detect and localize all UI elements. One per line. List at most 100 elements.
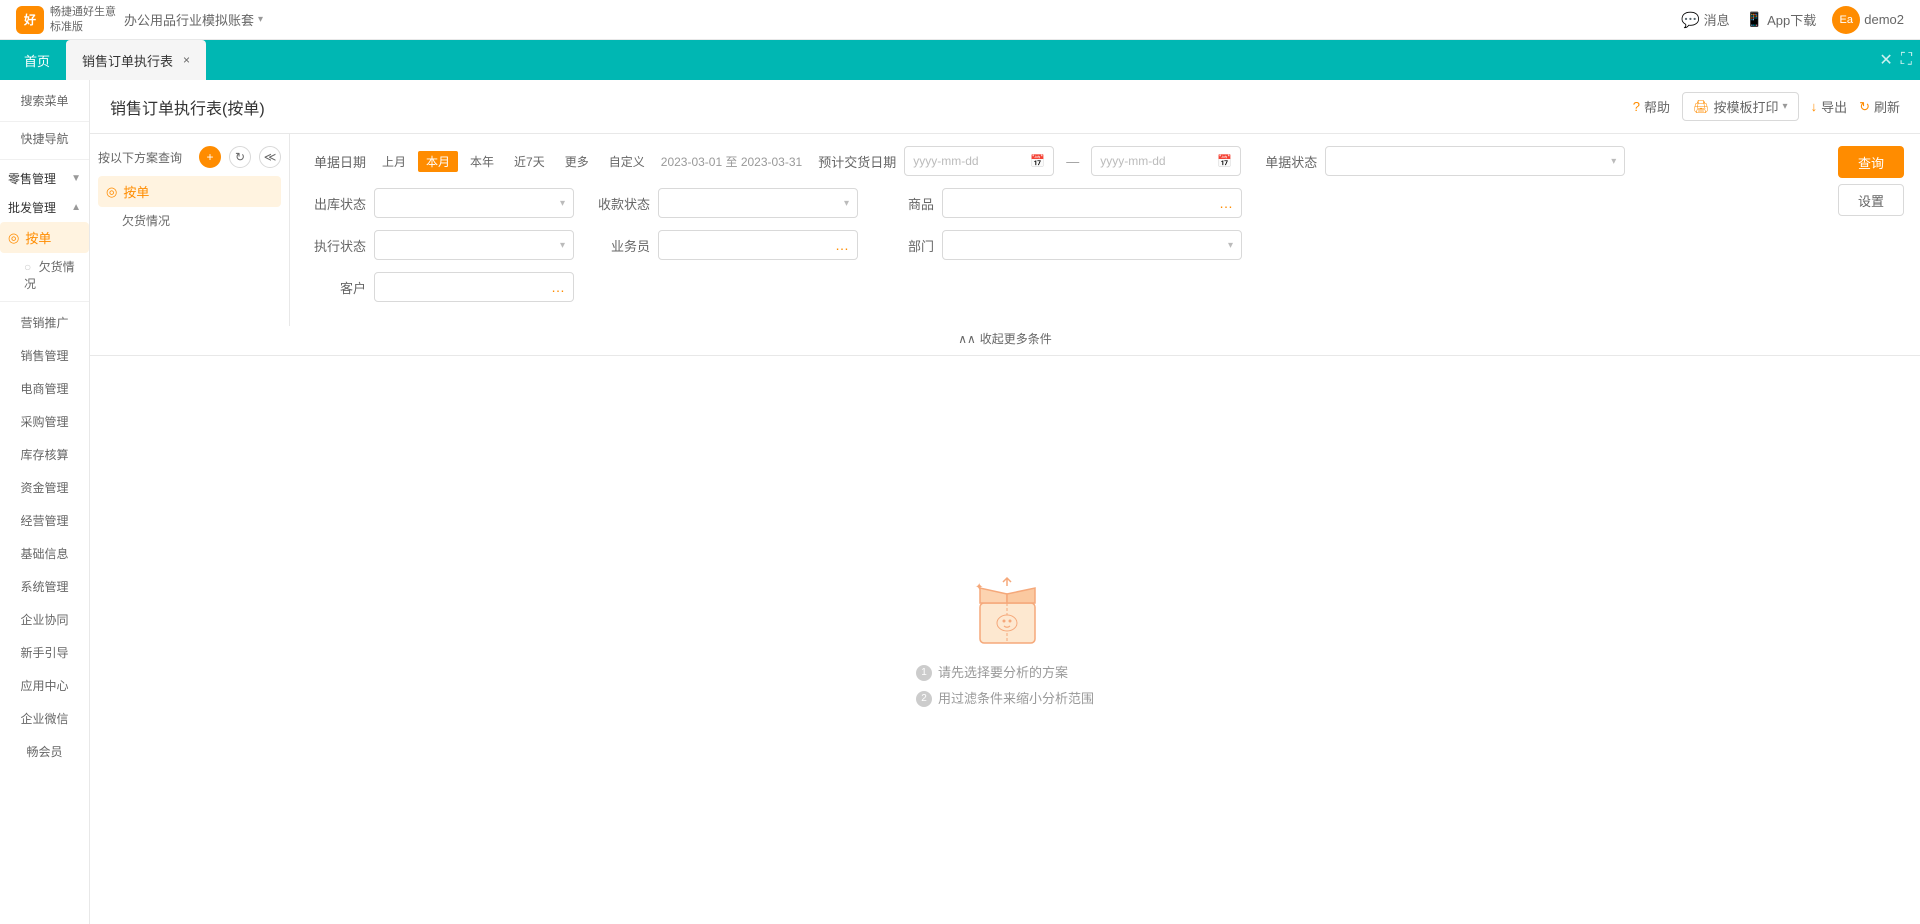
circle-icon: ◎	[8, 230, 19, 246]
user-profile[interactable]: Ea demo2	[1832, 6, 1904, 34]
chevron-down-icon: ▼	[71, 173, 81, 184]
sidebar-search: 搜索菜单	[0, 80, 89, 122]
page-title: 销售订单执行表(按单)	[110, 95, 265, 119]
filter-exec-status-item: 执行状态 ▾	[306, 230, 574, 260]
chevron-down-icon: ▾	[1611, 156, 1616, 167]
print-button[interactable]: 🖨 按模板打印 ▾	[1682, 92, 1799, 121]
expected-date-end-input[interactable]: yyyy-mm-dd 📅	[1091, 146, 1241, 176]
sidebar-item-purchase[interactable]: 采购管理	[0, 405, 89, 438]
filter-row-1: 单据日期 上月 本月 本年 近7天 更多 自定义 2023-03-01 至 20…	[306, 146, 1830, 176]
sidebar-item-basics[interactable]: 基础信息	[0, 537, 89, 570]
sidebar-item-inventory[interactable]: 库存核算	[0, 438, 89, 471]
topbar-left: 好 畅捷通好生意 标准版 办公用品行业模拟账套 ▾	[16, 5, 263, 34]
empty-hint-1: 1 请先选择要分析的方案	[916, 660, 1094, 686]
sidebar-item-member[interactable]: 畅会员	[0, 735, 89, 768]
refresh-button[interactable]: ↻ 刷新	[1859, 97, 1900, 116]
window-maximize-button[interactable]: ⛶	[1901, 51, 1912, 69]
sidebar-item-system[interactable]: 系统管理	[0, 570, 89, 603]
goods-select[interactable]: …	[942, 188, 1242, 218]
salesperson-more-icon[interactable]: …	[835, 237, 849, 253]
empty-hints: 1 请先选择要分析的方案 2 用过滤条件来缩小分析范围	[916, 660, 1094, 712]
settings-button[interactable]: 设置	[1838, 184, 1904, 216]
sidebar-sub-item-by-order[interactable]: ◎ 按单	[0, 222, 89, 253]
search-menu-button[interactable]: 搜索菜单	[8, 88, 81, 113]
expected-date-start-input[interactable]: yyyy-mm-dd 📅	[904, 146, 1054, 176]
sidebar-item-newbie[interactable]: 新手引导	[0, 636, 89, 669]
date-tab-custom[interactable]: 自定义	[601, 151, 653, 172]
chevron-up-icon: ▲	[71, 202, 81, 213]
scheme-actions: + ↻ ≪	[199, 146, 281, 168]
export-icon: ↓	[1811, 99, 1818, 114]
filter-payment-status-item: 收款状态 ▾	[590, 188, 858, 218]
chevron-down-icon-2: ▾	[560, 198, 565, 209]
scheme-item-by-order[interactable]: ◎ 按单	[98, 176, 281, 207]
logo-text: 畅捷通好生意 标准版	[50, 5, 116, 34]
collapse-filter-button[interactable]: ∧∧ 收起更多条件	[958, 330, 1052, 347]
sidebar-item-quick-nav[interactable]: 快捷导航	[0, 122, 89, 155]
date-tab-more[interactable]: 更多	[557, 151, 597, 172]
goods-more-icon[interactable]: …	[1219, 195, 1233, 211]
dept-select[interactable]: ▾	[942, 230, 1242, 260]
print-icon: 🖨	[1693, 99, 1710, 115]
window-close-button[interactable]: ✕	[1879, 50, 1892, 70]
sidebar-item-sales[interactable]: 销售管理	[0, 339, 89, 372]
help-button[interactable]: ? 帮助	[1633, 97, 1670, 116]
customer-more-icon[interactable]: …	[551, 279, 565, 295]
date-tab-this-year[interactable]: 本年	[462, 151, 502, 172]
message-button[interactable]: 💬 消息	[1681, 10, 1730, 29]
sidebar-item-wholesale[interactable]: 批发管理 ▲	[0, 193, 89, 222]
payment-status-select[interactable]: ▾	[658, 188, 858, 218]
sidebar-item-wechat[interactable]: 企业微信	[0, 702, 89, 735]
filter-bottom: ∧∧ 收起更多条件	[90, 326, 1920, 356]
industry-selector[interactable]: 办公用品行业模拟账套 ▾	[124, 10, 263, 29]
date-range-display: 2023-03-01 至 2023-03-31	[661, 153, 802, 170]
scheme-sub-item-shortage[interactable]: 欠货情况	[98, 207, 281, 234]
message-icon: 💬	[1681, 11, 1700, 29]
tabbar: 首页 销售订单执行表 × ✕ ⛶	[0, 40, 1920, 80]
filter-scheme-header: 按以下方案查询 + ↻ ≪	[98, 146, 281, 168]
customer-select[interactable]: …	[374, 272, 574, 302]
filter-action-buttons: 查询 设置	[1830, 146, 1904, 216]
doc-status-select[interactable]: ▾	[1325, 146, 1625, 176]
sidebar-item-retail[interactable]: 零售管理 ▼	[0, 164, 89, 193]
nav-divider-2	[0, 301, 89, 302]
date-tab-last-month[interactable]: 上月	[374, 151, 414, 172]
sidebar-item-operations[interactable]: 经营管理	[0, 504, 89, 537]
chevron-down-icon-3: ▾	[844, 198, 849, 209]
sidebar-item-marketing[interactable]: 营销推广	[0, 306, 89, 339]
delivery-status-select[interactable]: ▾	[374, 188, 574, 218]
filter-conditions: 单据日期 上月 本月 本年 近7天 更多 自定义 2023-03-01 至 20…	[290, 134, 1920, 326]
tabbar-actions: ✕ ⛶	[1879, 50, 1912, 70]
nav-divider	[0, 159, 89, 160]
filter-row-3: 执行状态 ▾ 业务员 …	[306, 230, 1830, 260]
sidebar-item-collaboration[interactable]: 企业协同	[0, 603, 89, 636]
refresh-scheme-button[interactable]: ↻	[229, 146, 251, 168]
filter-salesperson-item: 业务员 …	[590, 230, 858, 260]
circle-outline-icon: ○	[24, 260, 31, 274]
export-button[interactable]: ↓ 导出	[1811, 97, 1848, 116]
query-button[interactable]: 查询	[1838, 146, 1904, 178]
collapse-icon: ∧∧	[958, 332, 976, 346]
sidebar-item-finance[interactable]: 资金管理	[0, 471, 89, 504]
quick-nav-label: 快捷导航	[20, 130, 68, 147]
main-layout: 搜索菜单 快捷导航 零售管理 ▼ 批发管理 ▲ ◎ 按单 ○ 欠货情况 营销推广…	[0, 80, 1920, 924]
topbar: 好 畅捷通好生意 标准版 办公用品行业模拟账套 ▾ 💬 消息 📱 App下载 E…	[0, 0, 1920, 40]
tab-home[interactable]: 首页	[8, 40, 66, 80]
add-scheme-button[interactable]: +	[199, 146, 221, 168]
sidebar-item-ecommerce[interactable]: 电商管理	[0, 372, 89, 405]
empty-illustration: ✦	[965, 568, 1045, 648]
app-download-button[interactable]: 📱 App下载	[1746, 10, 1817, 29]
download-icon: 📱	[1746, 11, 1763, 28]
sidebar: 搜索菜单 快捷导航 零售管理 ▼ 批发管理 ▲ ◎ 按单 ○ 欠货情况 营销推广…	[0, 80, 90, 924]
date-tab-7days[interactable]: 近7天	[506, 151, 553, 172]
filter-doc-status-item: 单据状态 ▾	[1257, 146, 1625, 176]
chevron-down-icon-5: ▾	[1228, 240, 1233, 251]
tab-close-icon[interactable]: ×	[183, 53, 190, 67]
date-tab-this-month[interactable]: 本月	[418, 151, 458, 172]
sidebar-item-appstore[interactable]: 应用中心	[0, 669, 89, 702]
collapse-scheme-button[interactable]: ≪	[259, 146, 281, 168]
salesperson-select[interactable]: …	[658, 230, 858, 260]
tab-sales-order[interactable]: 销售订单执行表 ×	[66, 40, 206, 80]
exec-status-select[interactable]: ▾	[374, 230, 574, 260]
sidebar-sub-item-shortage[interactable]: ○ 欠货情况	[0, 253, 89, 297]
